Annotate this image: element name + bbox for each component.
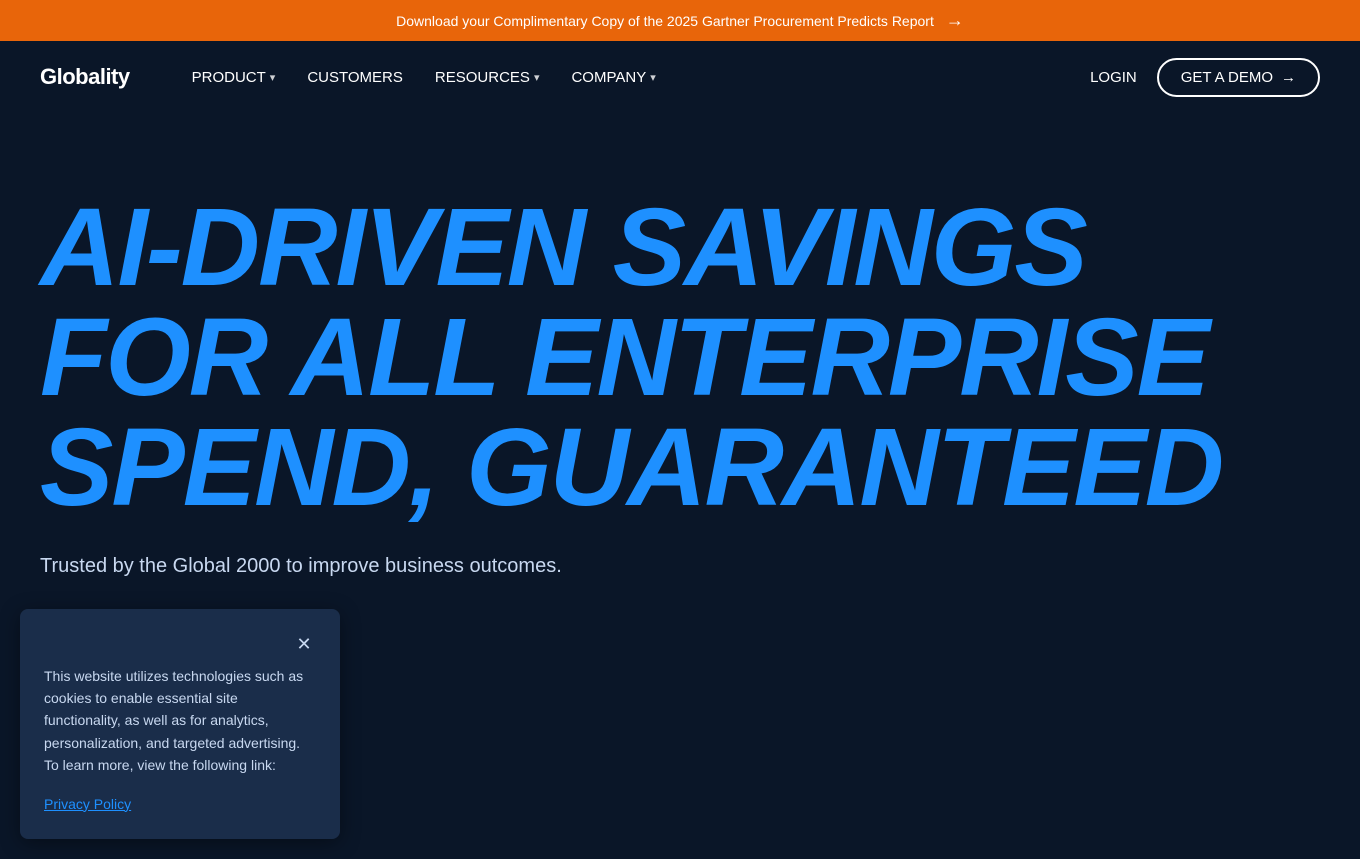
nav-resources-label: RESOURCES xyxy=(435,69,530,86)
hero-title: AI-DRIVEN SAVINGS FOR ALL ENTERPRISE SPE… xyxy=(40,193,1260,523)
nav-right: LOGIN GET A DEMO → xyxy=(1090,58,1320,97)
cookie-banner-header: ✕ xyxy=(44,633,316,657)
hero-title-line3: SPEND, GUARANTEED xyxy=(40,406,1222,529)
nav-item-product[interactable]: PRODUCT ▾ xyxy=(178,61,290,94)
nav-product-label: PRODUCT xyxy=(192,69,266,86)
get-demo-button[interactable]: GET A DEMO → xyxy=(1157,58,1320,97)
nav-links: PRODUCT ▾ CUSTOMERS RESOURCES ▾ COMPANY … xyxy=(178,61,1090,94)
nav-company-chevron-icon: ▾ xyxy=(650,71,656,84)
nav-product-chevron-icon: ▾ xyxy=(270,71,276,84)
cookie-close-button[interactable]: ✕ xyxy=(292,633,316,657)
privacy-policy-link[interactable]: Privacy Policy xyxy=(44,796,131,812)
get-demo-arrow-icon: → xyxy=(1281,69,1296,86)
logo-text: Globality xyxy=(40,64,130,89)
hero-section: AI-DRIVEN SAVINGS FOR ALL ENTERPRISE SPE… xyxy=(0,113,1300,638)
nav-item-customers[interactable]: CUSTOMERS xyxy=(293,61,417,94)
nav-customers-label: CUSTOMERS xyxy=(307,69,403,86)
logo[interactable]: Globality xyxy=(40,64,130,90)
login-button[interactable]: LOGIN xyxy=(1090,69,1137,86)
announcement-arrow-icon: → xyxy=(946,10,964,31)
announcement-bar[interactable]: Download your Complimentary Copy of the … xyxy=(0,0,1360,41)
hero-title-line2: FOR ALL ENTERPRISE xyxy=(40,296,1208,419)
nav-resources-chevron-icon: ▾ xyxy=(534,71,540,84)
cookie-banner: ✕ This website utilizes technologies suc… xyxy=(20,609,340,839)
cookie-text: This website utilizes technologies such … xyxy=(44,665,316,777)
nav-item-company[interactable]: COMPANY ▾ xyxy=(557,61,669,94)
hero-subtitle: Trusted by the Global 2000 to improve bu… xyxy=(40,555,740,578)
nav-item-resources[interactable]: RESOURCES ▾ xyxy=(421,61,554,94)
hero-title-line1: AI-DRIVEN SAVINGS xyxy=(40,186,1086,309)
get-demo-label: GET A DEMO xyxy=(1181,69,1273,86)
navbar: Globality PRODUCT ▾ CUSTOMERS RESOURCES … xyxy=(0,41,1360,113)
announcement-text: Download your Complimentary Copy of the … xyxy=(396,13,934,29)
nav-company-label: COMPANY xyxy=(571,69,646,86)
